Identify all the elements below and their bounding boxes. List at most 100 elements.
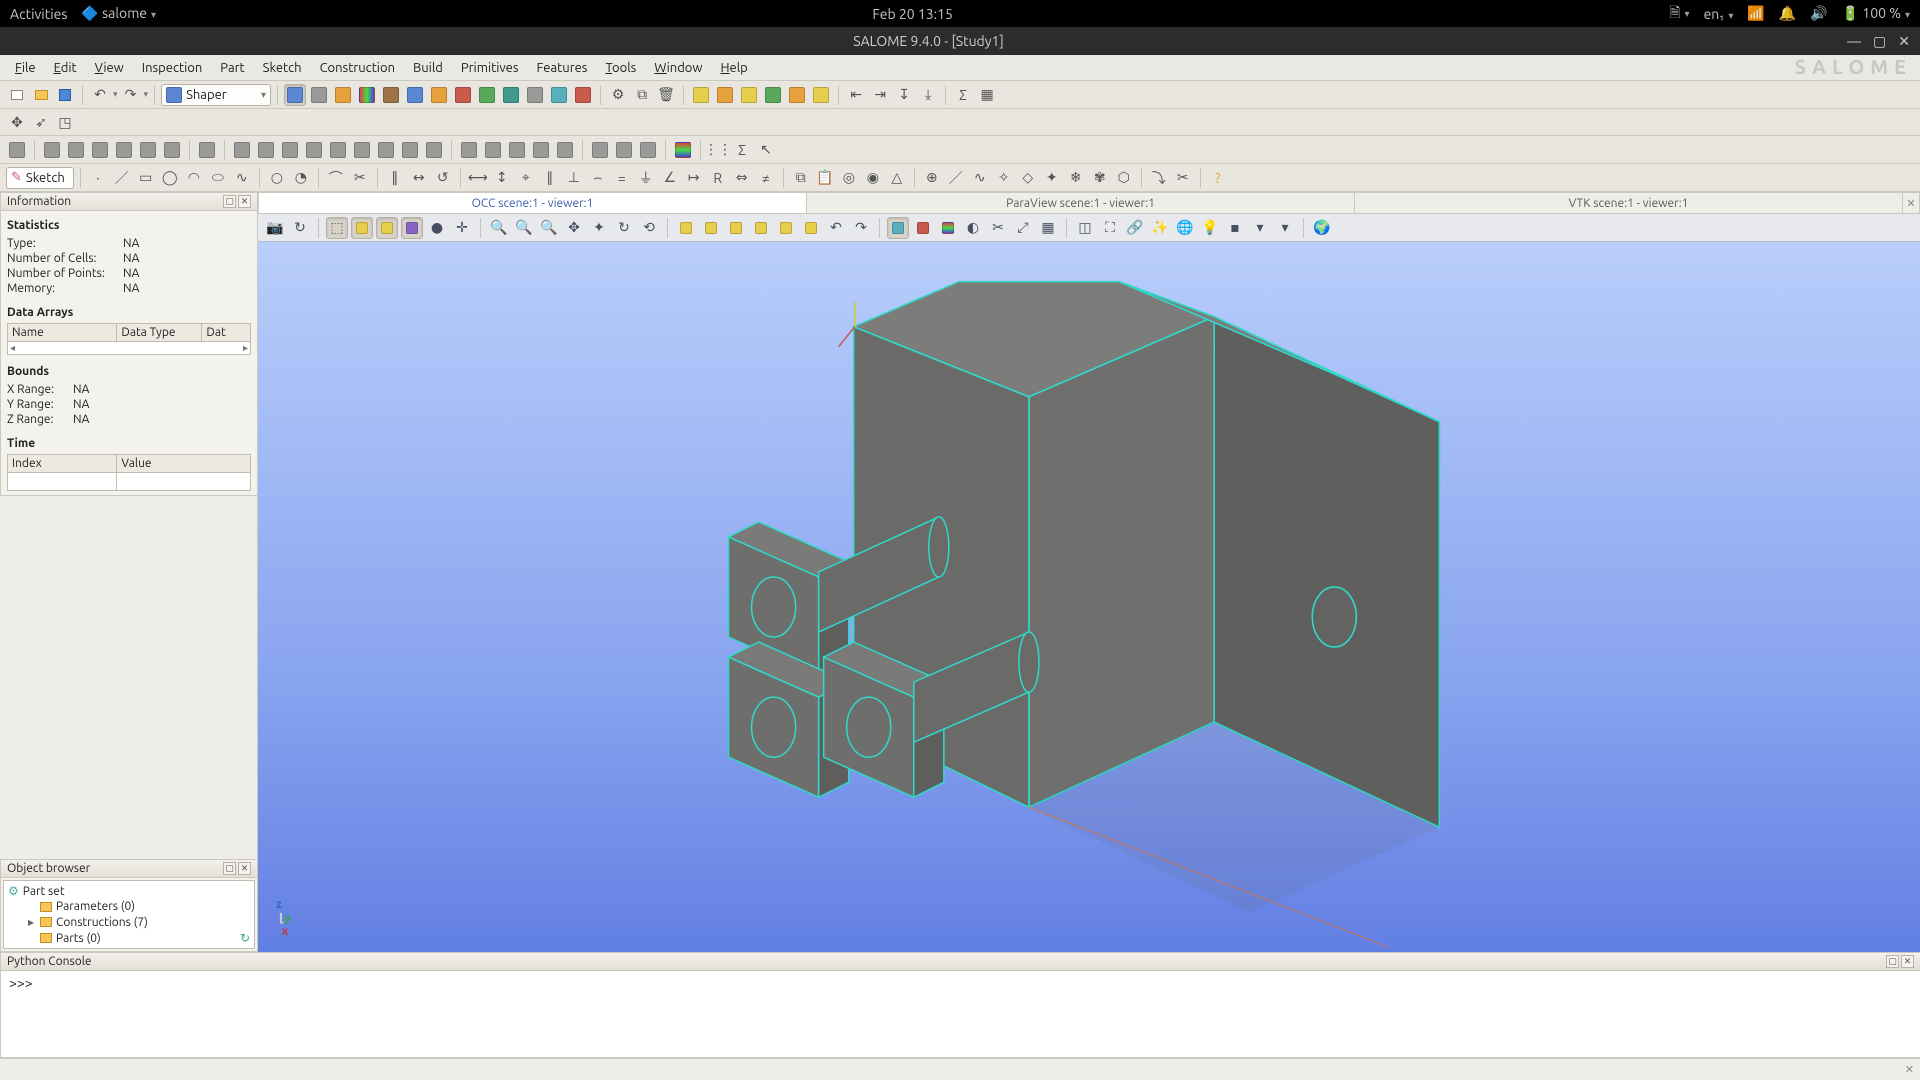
build-6-icon[interactable] (137, 139, 159, 161)
dock-close-icon[interactable]: ✕ (238, 862, 251, 875)
cn-dist-icon[interactable]: ↦ (683, 167, 705, 189)
sk-spline-icon[interactable]: ∿ (231, 167, 253, 189)
build-1-icon[interactable] (6, 139, 28, 161)
vt-memory-icon[interactable]: ◐ (962, 217, 984, 239)
nav-save-icon[interactable]: ⤓ (917, 84, 939, 106)
cn-equal-icon[interactable]: = (611, 167, 633, 189)
redo-button[interactable]: ↷ (120, 84, 142, 106)
keyboard-layout[interactable]: en₁ (1704, 6, 1734, 22)
tab-paraview[interactable]: ParaView scene:1 - viewer:1 (806, 192, 1355, 213)
cn-horiz-icon[interactable]: ⟷ (467, 167, 489, 189)
sk-arc-icon[interactable]: ◠ (183, 167, 205, 189)
filter-icon[interactable] (672, 139, 694, 161)
sk-t6-icon[interactable]: ◇ (1017, 167, 1039, 189)
col-range[interactable]: Dat (202, 324, 251, 342)
tree-item-constructions[interactable]: ▸Constructions (7) (8, 914, 250, 930)
sk-circle-icon[interactable]: ◯ (159, 167, 181, 189)
module-selector[interactable]: Shaper ▾ (161, 84, 271, 106)
menu-edit[interactable]: Edit (45, 58, 86, 78)
vt-style-icon[interactable]: ↻ (289, 217, 311, 239)
vt-sync-icon[interactable]: 🔗 (1124, 217, 1146, 239)
menu-tools[interactable]: Tools (596, 58, 645, 78)
feat-fuse-icon[interactable] (762, 84, 784, 106)
vt-grad-icon[interactable]: ▦ (1037, 217, 1059, 239)
occ-viewport[interactable]: z ⌊y x (258, 242, 1920, 952)
cn-radius-icon[interactable]: R (707, 167, 729, 189)
vt-clipping-icon[interactable]: ✂ (987, 217, 1009, 239)
sk-rot-icon[interactable]: ↺ (432, 167, 454, 189)
prim-8-icon[interactable] (399, 139, 421, 161)
group-2-icon[interactable] (613, 139, 635, 161)
vt-raytrace-icon[interactable]: ✨ (1149, 217, 1171, 239)
mesh-3-icon[interactable] (506, 139, 528, 161)
undo-button[interactable]: ↶ (89, 84, 111, 106)
nav-import-icon[interactable]: ⇥ (869, 84, 891, 106)
module-9-icon[interactable] (500, 84, 522, 106)
tab-close-icon[interactable]: ✕ (1902, 192, 1920, 213)
group-3-icon[interactable] (637, 139, 659, 161)
activities-button[interactable]: Activities (10, 6, 67, 22)
build-7-icon[interactable] (161, 139, 183, 161)
vt-select-face-icon[interactable] (376, 217, 398, 239)
col-name[interactable]: Name (8, 324, 117, 342)
menu-view[interactable]: View (86, 58, 133, 78)
nav-first-icon[interactable]: ⇤ (845, 84, 867, 106)
notifications-icon[interactable]: 🔔 (1779, 5, 1796, 22)
new-doc-button[interactable] (6, 84, 28, 106)
sk-point-icon[interactable]: · (87, 167, 109, 189)
prim-cyl-icon[interactable] (255, 139, 277, 161)
object-tree[interactable]: ⚙Part set Parameters (0) ▸Constructions … (3, 880, 255, 949)
module-4-icon[interactable] (380, 84, 402, 106)
vt-m2-icon[interactable]: ▾ (1249, 217, 1271, 239)
sk-t9-icon[interactable]: ✾ (1089, 167, 1111, 189)
vt-m1-icon[interactable]: ▪ (1224, 217, 1246, 239)
vt-env-icon[interactable]: 🌐 (1174, 217, 1196, 239)
prim-box-icon[interactable] (231, 139, 253, 161)
feat-fillet-icon[interactable] (810, 84, 832, 106)
vt-pan-icon[interactable]: ✥ (563, 217, 585, 239)
vt-scaling-icon[interactable]: ⤢ (1012, 217, 1034, 239)
tool-delete-icon[interactable]: 🗑 (655, 84, 677, 106)
app-menu[interactable]: 🔷 salome (81, 5, 156, 22)
dots-icon[interactable]: ⋮⋮ (707, 139, 729, 161)
dock-close-icon[interactable]: ✕ (1901, 955, 1914, 968)
tree-item-parts[interactable]: Parts (0) ↻ (8, 930, 250, 946)
build-4-icon[interactable] (89, 139, 111, 161)
mesh-1-icon[interactable] (458, 139, 480, 161)
cn-9-icon[interactable]: ⇔ (731, 167, 753, 189)
menu-part[interactable]: Part (211, 58, 253, 78)
sketch-button[interactable]: ✎ Sketch (6, 167, 74, 189)
sk-mirror-icon[interactable]: ‖ (384, 167, 406, 189)
vt-zoom-icon[interactable]: 🔍 (538, 217, 560, 239)
tree-item-parameters[interactable]: Parameters (0) (8, 899, 250, 914)
group-1-icon[interactable] (589, 139, 611, 161)
vt-light-icon[interactable]: 💡 (1199, 217, 1221, 239)
build-5-icon[interactable] (113, 139, 135, 161)
tab-occ[interactable]: OCC scene:1 - viewer:1 (258, 192, 807, 213)
vt-select-solid-icon[interactable] (401, 217, 423, 239)
sk-trans-icon[interactable]: ↔ (408, 167, 430, 189)
clock[interactable]: Feb 20 13:15 (872, 6, 953, 22)
module-shaper-icon[interactable] (284, 84, 306, 106)
sk-rect-icon[interactable]: ▭ (135, 167, 157, 189)
sk-c1-icon[interactable]: ○ (266, 167, 288, 189)
vt-globalpan-icon[interactable]: ✦ (588, 217, 610, 239)
vt-select-ball-icon[interactable]: ● (426, 217, 448, 239)
vt-left-icon[interactable] (775, 217, 797, 239)
sk-line-icon[interactable]: ／ (111, 167, 133, 189)
build-2-icon[interactable] (41, 139, 63, 161)
vt-m3-icon[interactable]: ▾ (1274, 217, 1296, 239)
cn-tangent-icon[interactable]: ⌢ (587, 167, 609, 189)
module-10-icon[interactable] (524, 84, 546, 106)
battery-indicator[interactable]: 🔋 100 % (1842, 5, 1910, 22)
menu-window[interactable]: Window (645, 58, 711, 78)
sk-dup-icon[interactable]: ◎ (838, 167, 860, 189)
vt-rotate-icon[interactable]: ↻ (613, 217, 635, 239)
menu-inspection[interactable]: Inspection (133, 58, 212, 78)
minimize-button[interactable]: — (1847, 33, 1861, 50)
module-5-icon[interactable] (404, 84, 426, 106)
open-doc-button[interactable] (30, 84, 52, 106)
col-index[interactable]: Index (8, 455, 117, 473)
prim-9-icon[interactable] (423, 139, 445, 161)
sk-t3-icon[interactable]: ／ (945, 167, 967, 189)
